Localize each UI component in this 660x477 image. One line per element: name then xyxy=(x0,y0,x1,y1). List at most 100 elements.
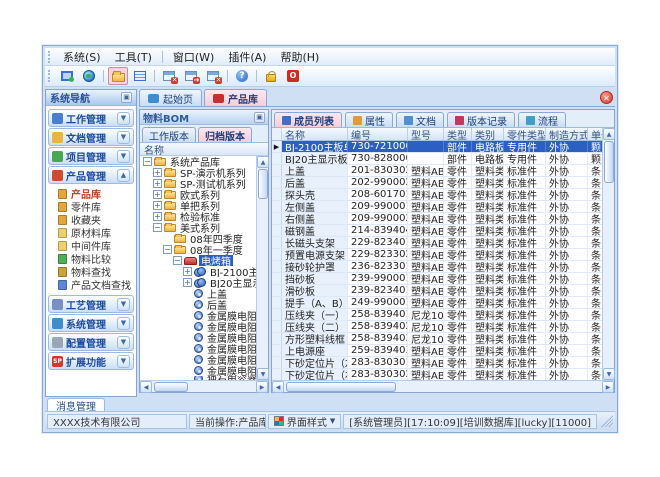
table-row[interactable]: 压线夹（二）258-839402-00X尼龙1010零件塑料类标准件外协条 xyxy=(272,321,602,333)
scroll-left-icon[interactable]: ◀ xyxy=(272,381,284,393)
tree-vertical-scrollbar[interactable]: ▲ ▼ xyxy=(256,156,268,380)
tree-node-4[interactable]: +单把系列 xyxy=(140,200,256,211)
table-row[interactable]: 滑砂板239-823401-00X塑料ABS零件塑料类标准件外协条 xyxy=(272,285,602,297)
tree-expander-icon[interactable]: − xyxy=(143,157,152,166)
monitor-button[interactable] xyxy=(57,67,77,85)
column-header-2[interactable]: 型号 xyxy=(408,128,444,140)
tree-node-18[interactable]: 金属膜电阻器 xyxy=(140,354,256,365)
column-header-5[interactable]: 零件类型 xyxy=(504,128,546,140)
sidebar-group-5[interactable]: 系统管理▼ xyxy=(48,314,134,332)
tree-node-5[interactable]: +检验标准 xyxy=(140,211,256,222)
menu-item-0[interactable]: 系统(S) xyxy=(56,48,108,66)
chevron-down-icon[interactable]: ▼ xyxy=(117,298,130,311)
tree-node-8[interactable]: −08年一季度 xyxy=(140,244,256,255)
table-row[interactable]: 压线夹（一）258-839401-00X尼龙1010零件塑料类标准件外协条 xyxy=(272,309,602,321)
member-tab-3[interactable]: 版本记录 xyxy=(447,112,515,127)
sidebar-group-1[interactable]: 文档管理▼ xyxy=(48,128,134,146)
table-horizontal-scrollbar[interactable]: ◀ ▶ xyxy=(272,380,614,392)
bom-tab-0[interactable]: 工作版本 xyxy=(142,127,196,142)
scroll-right-icon[interactable]: ▶ xyxy=(602,381,614,393)
lock-button[interactable] xyxy=(261,67,281,85)
table-row[interactable]: 方形塑料线框258-839403-00X尼龙1010零件塑料类标准件外协条 xyxy=(272,333,602,345)
sidebar-group-7[interactable]: SP扩展功能▼ xyxy=(48,352,134,370)
window-close-button[interactable] xyxy=(159,67,179,85)
scroll-thumb[interactable] xyxy=(258,169,268,199)
tree-node-12[interactable]: 上盖 xyxy=(140,288,256,299)
tree-expander-icon[interactable]: + xyxy=(153,190,162,199)
menu-item-3[interactable]: 插件(A) xyxy=(221,48,273,66)
window-refresh-button[interactable] xyxy=(181,67,201,85)
tree-expander-icon[interactable]: + xyxy=(153,212,162,221)
doc-tab-1[interactable]: 产品库 xyxy=(204,89,267,106)
window-x-button[interactable] xyxy=(203,67,223,85)
grid-button[interactable] xyxy=(130,67,150,85)
scroll-left-icon[interactable]: ◀ xyxy=(140,381,152,393)
tree-node-11[interactable]: +BJ20主显示板 xyxy=(140,277,256,288)
resize-grip[interactable] xyxy=(601,415,613,427)
sidebar-group-2[interactable]: 项目管理▼ xyxy=(48,147,134,165)
interface-style-dropdown[interactable]: 界面样式 ▼ xyxy=(268,414,341,429)
scroll-thumb[interactable] xyxy=(154,382,188,392)
member-tab-2[interactable]: 文档 xyxy=(396,112,444,127)
tree-node-13[interactable]: 后盖 xyxy=(140,299,256,310)
chevron-up-icon[interactable]: ▲ xyxy=(117,169,130,182)
tab-message-manager[interactable]: 消息管理 xyxy=(47,398,105,411)
tree-node-2[interactable]: +SP-测试机系列 xyxy=(140,178,256,189)
tree-node-15[interactable]: 金属膜电阻器 xyxy=(140,321,256,332)
folder-button[interactable] xyxy=(108,67,128,85)
table-row[interactable]: 长磁头支架229-823401-00X塑料ABS零件塑料类标准件外协条 xyxy=(272,237,602,249)
table-row[interactable]: 后盖202-990002-01X塑料ABS零件塑料类标准件外协条 xyxy=(272,177,602,189)
sidebar-group-4[interactable]: 工艺管理▼ xyxy=(48,295,134,313)
close-icon[interactable]: ✕ xyxy=(600,91,613,104)
tree-node-10[interactable]: +BJ-2100主板单点 xyxy=(140,266,256,277)
table-row[interactable]: 提手（A、B）249-990001-01X塑料ABS零件塑料类标准件外协条 xyxy=(272,297,602,309)
scroll-down-icon[interactable]: ▼ xyxy=(603,368,615,380)
table-row[interactable]: 接砂轮护罩236-823301-00X塑料ABS零件塑料类标准件外协条 xyxy=(272,261,602,273)
table-row[interactable]: 预置电源支架229-823302-00X塑料ABS零件塑料类标准件外协条 xyxy=(272,249,602,261)
tree-node-19[interactable]: 金属膜电阻器 xyxy=(140,365,256,376)
tree-expander-icon[interactable]: − xyxy=(153,223,162,232)
chevron-down-icon[interactable]: ▼ xyxy=(117,131,130,144)
tree-expander-icon[interactable]: + xyxy=(153,168,162,177)
power-button[interactable]: O xyxy=(283,67,303,85)
scroll-thumb[interactable] xyxy=(286,382,396,392)
table-row[interactable]: ▶BJ-2100主板单点730-721000-12X部件电路板专用件外协颗 xyxy=(272,141,602,153)
column-header-0[interactable]: 名称 xyxy=(282,128,348,140)
table-row[interactable]: 下砂定位片（左）283-830301-00X塑料ABS零件塑料类标准件外协条 xyxy=(272,357,602,369)
sidebar-group-0[interactable]: 工作管理▼ xyxy=(48,109,134,127)
tree-node-0[interactable]: −系统产品库 xyxy=(140,156,256,167)
chevron-down-icon[interactable]: ▼ xyxy=(117,336,130,349)
menu-item-4[interactable]: 帮助(H) xyxy=(273,48,326,66)
chevron-down-icon[interactable]: ▼ xyxy=(117,317,130,330)
tree-node-9[interactable]: −电烤箱 xyxy=(140,255,256,266)
tree-expander-icon[interactable]: − xyxy=(163,245,172,254)
scroll-down-icon[interactable]: ▼ xyxy=(257,368,269,380)
member-tab-0[interactable]: 成员列表 xyxy=(274,112,342,127)
member-tab-4[interactable]: 流程 xyxy=(518,112,566,127)
chevron-down-icon[interactable]: ▼ xyxy=(117,112,130,125)
table-row[interactable]: 上电源座259-839403-00X塑料ABS零件塑料类标准件外协条 xyxy=(272,345,602,357)
column-header-1[interactable]: 编号 xyxy=(348,128,408,140)
tree-expander-icon[interactable]: + xyxy=(183,267,192,276)
table-row[interactable]: 探头壳208-601701-01X塑料ABS零件塑料类标准件外协条 xyxy=(272,189,602,201)
scroll-thumb[interactable] xyxy=(604,141,614,183)
globe-button[interactable] xyxy=(79,67,99,85)
scroll-right-icon[interactable]: ▶ xyxy=(256,381,268,393)
table-row[interactable]: 下砂定位片（右）283-830302-00X塑料ABS零件塑料类标准件外协条 xyxy=(272,369,602,380)
tree-expander-icon[interactable]: + xyxy=(153,201,162,210)
pin-icon[interactable]: ▣ xyxy=(121,92,132,103)
chevron-down-icon[interactable]: ▼ xyxy=(117,355,130,368)
menubar-grip[interactable] xyxy=(48,51,53,63)
sidebar-group-3[interactable]: 产品管理▲ xyxy=(48,166,134,184)
member-tab-1[interactable]: 属性 xyxy=(345,112,393,127)
tree-node-17[interactable]: 金属膜电阻器 xyxy=(140,343,256,354)
tree-expander-icon[interactable]: + xyxy=(153,179,162,188)
menu-item-1[interactable]: 工具(T) xyxy=(108,48,159,66)
column-header-4[interactable]: 类别 xyxy=(472,128,504,140)
tree-expander-icon[interactable]: − xyxy=(173,256,182,265)
help-button[interactable]: ? xyxy=(232,67,252,85)
tree-node-14[interactable]: 金属膜电阻器 xyxy=(140,310,256,321)
toolbar-grip[interactable] xyxy=(48,70,53,82)
column-header-3[interactable]: 类型 xyxy=(444,128,472,140)
table-row[interactable]: 右侧盖209-990002-01X塑料ABS零件塑料类标准件外协条 xyxy=(272,213,602,225)
